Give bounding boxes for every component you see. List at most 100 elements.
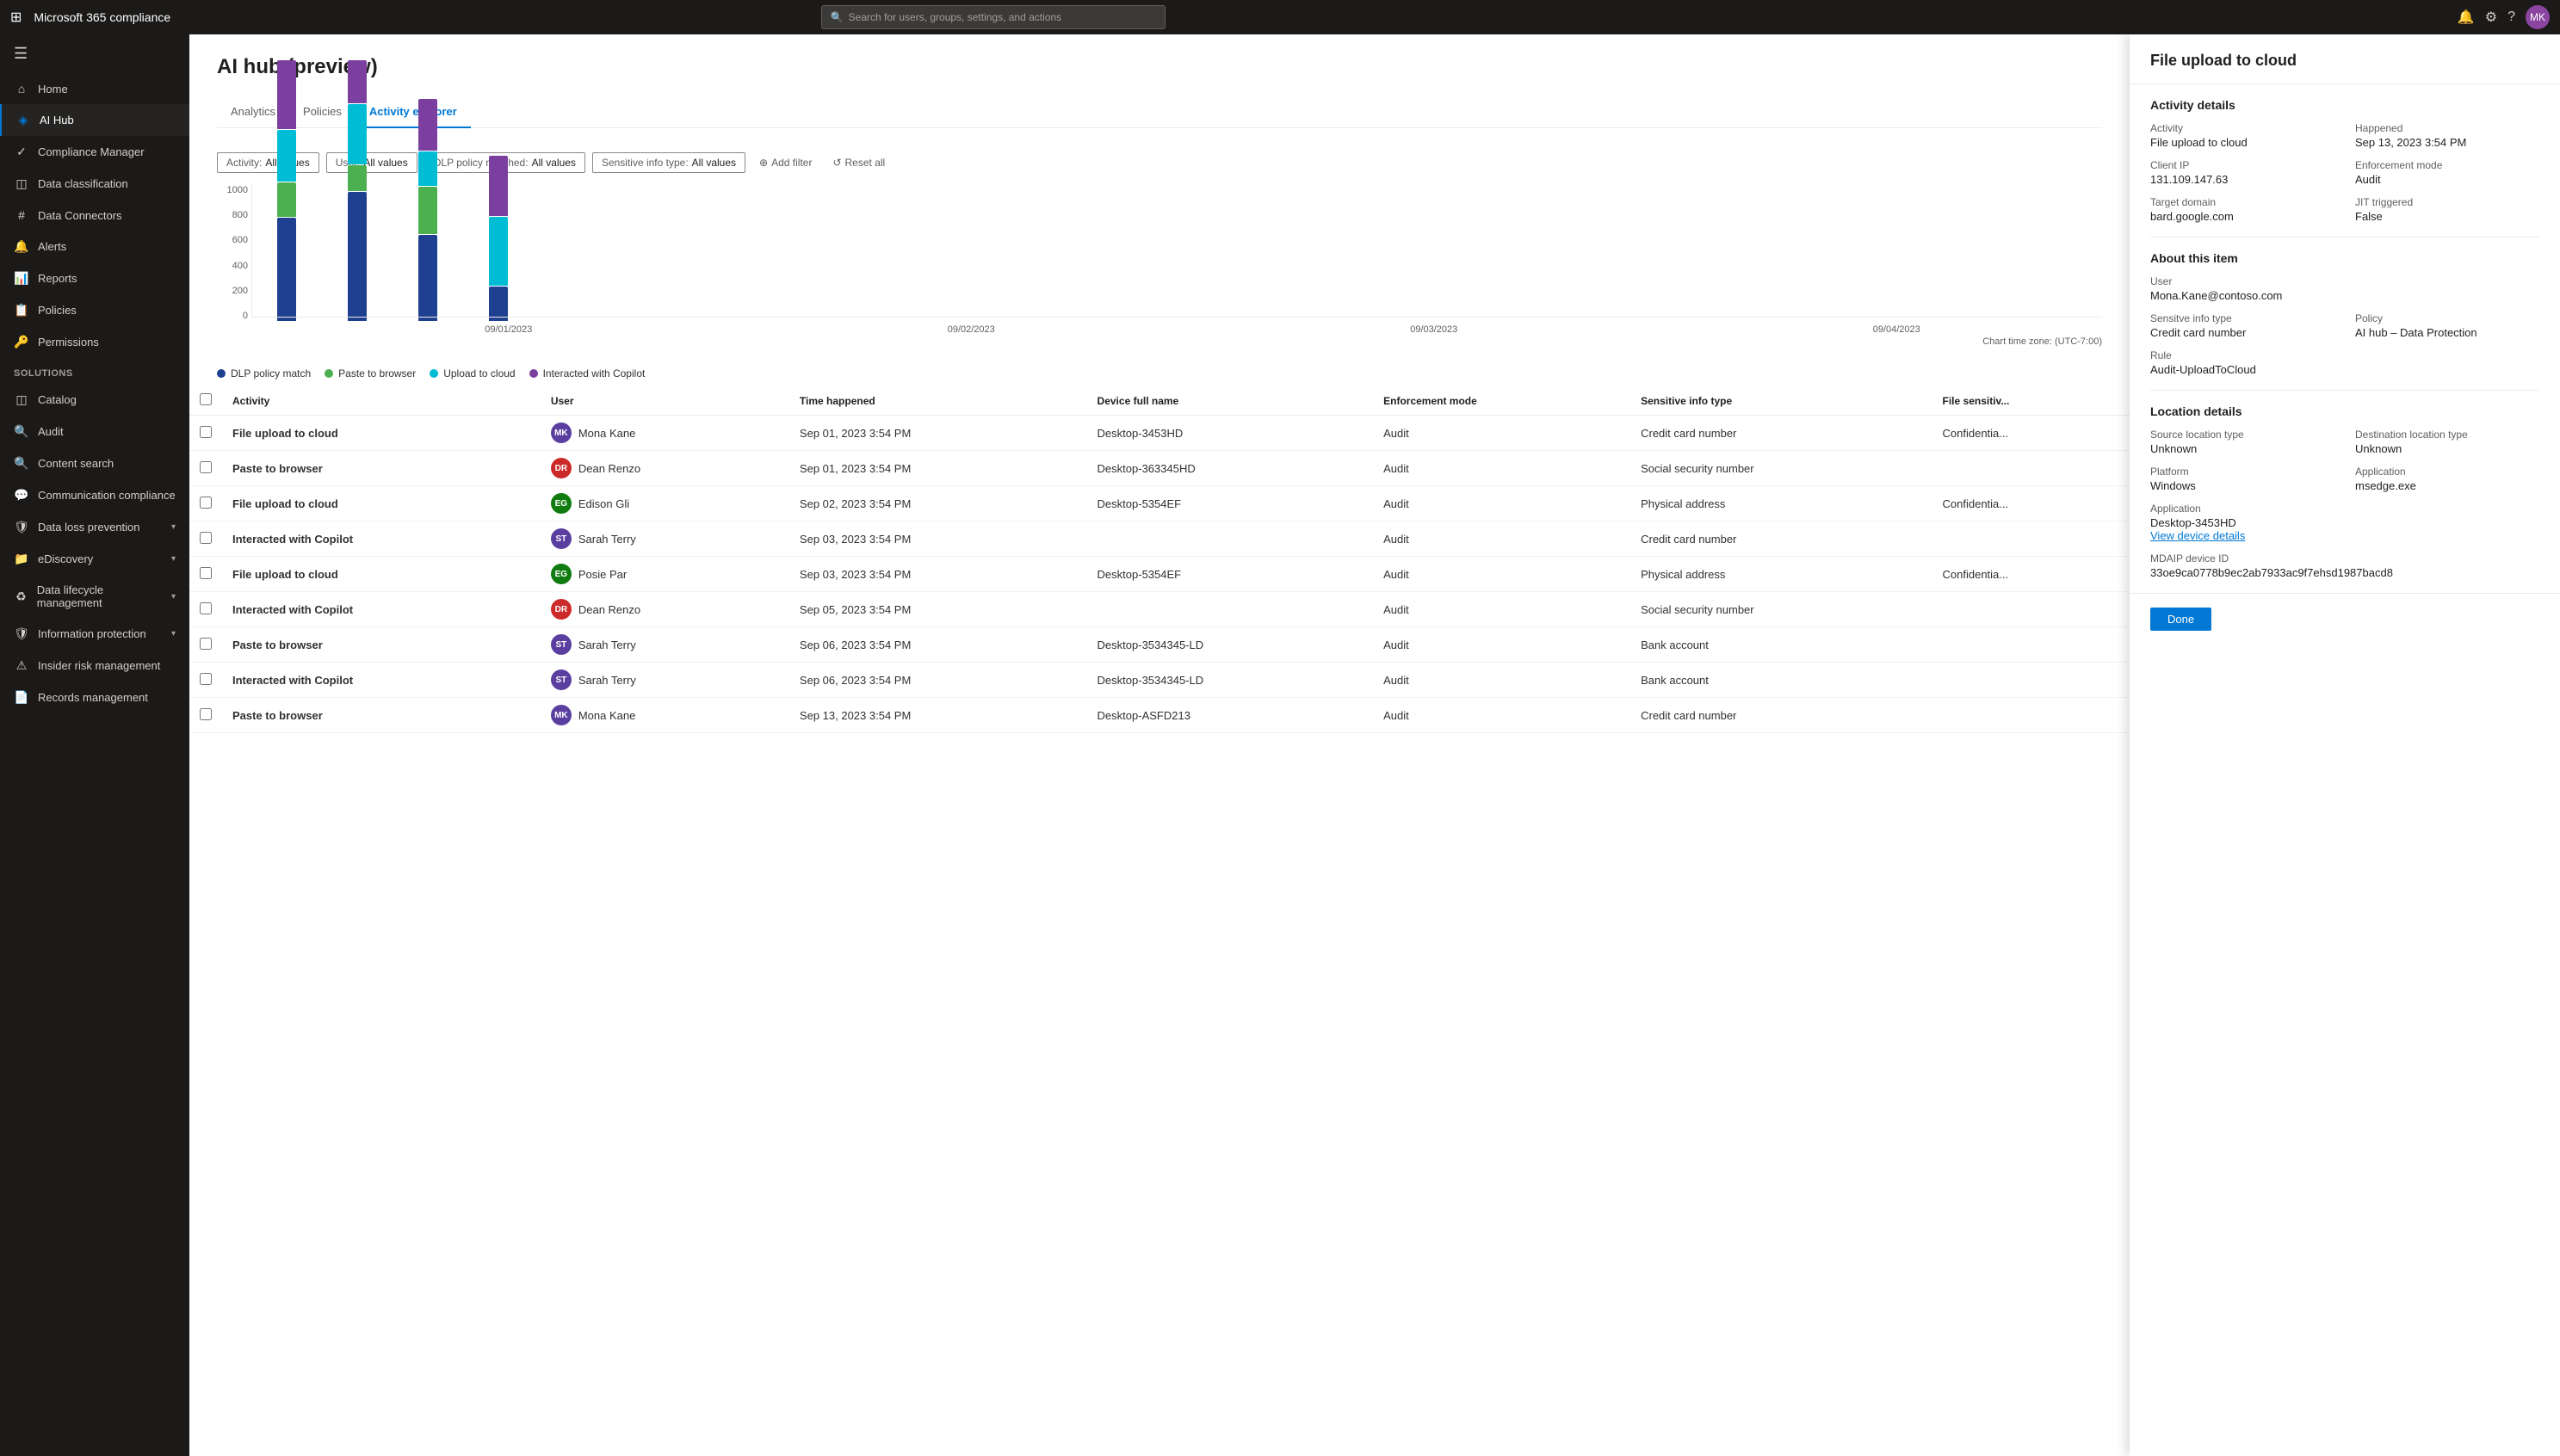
sensitive-type-value: Credit card number (2150, 326, 2334, 339)
sidebar-item-ediscovery[interactable]: 📁 eDiscovery ▾ (0, 543, 189, 575)
activity-label: Activity (2150, 122, 2334, 134)
settings-icon[interactable]: ⚙ (2485, 9, 2497, 26)
row-checkbox[interactable] (200, 497, 212, 509)
sidebar-label-contentsearch: Content search (38, 457, 114, 470)
notification-icon[interactable]: 🔔 (2458, 9, 2475, 26)
cell-user: DR Dean Renzo (541, 592, 789, 627)
sidebar-item-reports[interactable]: 📊 Reports (0, 262, 189, 294)
sidebar-item-aihub[interactable]: ◈ AI Hub (0, 104, 189, 136)
application-label: Application (2355, 466, 2539, 478)
select-all-checkbox[interactable] (200, 393, 212, 405)
legend-label-upload: Upload to cloud (443, 367, 515, 379)
tab-activity-explorer[interactable]: Activity explorer (356, 96, 471, 128)
avatar[interactable]: MK (2526, 5, 2550, 29)
legend-label-paste: Paste to browser (338, 367, 416, 379)
row-checkbox[interactable] (200, 708, 212, 720)
grid-icon[interactable]: ⊞ (10, 9, 22, 26)
user-name: Mona Kane (578, 427, 636, 440)
sidebar-item-audit[interactable]: 🔍 Audit (0, 416, 189, 447)
table-row[interactable]: Paste to browser DR Dean Renzo Sep 01, 2… (189, 451, 2130, 486)
table-row[interactable]: Interacted with Copilot ST Sarah Terry S… (189, 521, 2130, 557)
cell-time: Sep 03, 2023 3:54 PM (789, 557, 1087, 592)
search-bar[interactable]: 🔍 Search for users, groups, settings, an… (821, 5, 1166, 29)
help-icon[interactable]: ? (2507, 9, 2515, 25)
cell-activity: Paste to browser (222, 698, 541, 733)
sidebar-item-infoprotect[interactable]: 🛡 Information protection ▾ (0, 618, 189, 650)
cell-time: Sep 01, 2023 3:54 PM (789, 416, 1087, 451)
sidebar-item-compliance[interactable]: ✓ Compliance Manager (0, 136, 189, 168)
row-checkbox[interactable] (200, 426, 212, 438)
destination-value: Unknown (2355, 442, 2539, 455)
sidebar-item-insiderrisk[interactable]: ⚠ Insider risk management (0, 650, 189, 682)
cell-enforcement: Audit (1373, 663, 1630, 698)
sidebar-item-catalog[interactable]: ◫ Catalog (0, 384, 189, 416)
cell-user: DR Dean Renzo (541, 451, 789, 486)
done-button[interactable]: Done (2150, 608, 2211, 631)
table-row[interactable]: File upload to cloud EG Edison Gli Sep 0… (189, 486, 2130, 521)
user-filter[interactable]: User: All values (326, 152, 417, 173)
sidebar-item-records[interactable]: 📄 Records management (0, 682, 189, 713)
infoprotect-icon: 🛡 (14, 626, 29, 641)
col-device: Device full name (1087, 386, 1374, 416)
cell-sensitive: Physical address (1630, 486, 1932, 521)
row-checkbox[interactable] (200, 532, 212, 544)
lifecycle-icon: ♻ (14, 589, 28, 604)
panel-header: File upload to cloud (2130, 34, 2560, 84)
sidebar-toggle[interactable]: ☰ (0, 34, 189, 73)
cell-device: Desktop-5354EF (1087, 557, 1374, 592)
row-checkbox[interactable] (200, 602, 212, 614)
cell-activity: File upload to cloud (222, 486, 541, 521)
x-label-2: 09/02/2023 (948, 324, 995, 335)
cell-enforcement: Audit (1373, 698, 1630, 733)
y-label-0: 0 (217, 311, 248, 321)
policy-value: AI hub – Data Protection (2355, 326, 2539, 339)
detail-panel: File upload to cloud Activity details Ac… (2130, 34, 2560, 1456)
y-label-200: 200 (217, 286, 248, 296)
sidebar-item-dataconn[interactable]: # Data Connectors (0, 200, 189, 231)
reset-all-btn[interactable]: ↺ Reset all (826, 153, 892, 172)
table-row[interactable]: Interacted with Copilot DR Dean Renzo Se… (189, 592, 2130, 627)
table-row[interactable]: File upload to cloud EG Posie Par Sep 03… (189, 557, 2130, 592)
application-section-value: Desktop-3453HD (2150, 516, 2539, 529)
sensitive-filter-value: All values (692, 157, 736, 169)
sidebar-item-dlp[interactable]: 🛡 Data loss prevention ▾ (0, 511, 189, 543)
row-checkbox[interactable] (200, 673, 212, 685)
infoprotect-expand-icon: ▾ (171, 629, 176, 639)
mdaip-label: MDAIP device ID (2150, 552, 2539, 565)
row-checkbox-cell (189, 416, 222, 451)
sidebar-item-permissions[interactable]: 🔑 Permissions (0, 326, 189, 358)
view-device-link[interactable]: View device details (2150, 529, 2539, 542)
sidebar-item-contentsearch[interactable]: 🔍 Content search (0, 447, 189, 479)
y-label-800: 800 (217, 210, 248, 220)
sidebar-label-catalog: Catalog (38, 393, 77, 406)
table-row[interactable]: Paste to browser ST Sarah Terry Sep 06, … (189, 627, 2130, 663)
sidebar-item-policies[interactable]: 📋 Policies (0, 294, 189, 326)
sidebar-item-dataclass[interactable]: ◫ Data classification (0, 168, 189, 200)
activity-label-item: Activity File upload to cloud (2150, 122, 2334, 149)
panel-title: File upload to cloud (2150, 52, 2539, 70)
reports-icon: 📊 (14, 271, 29, 286)
table-row[interactable]: File upload to cloud MK Mona Kane Sep 01… (189, 416, 2130, 451)
sidebar-item-home[interactable]: ⌂ Home (0, 73, 189, 104)
row-checkbox[interactable] (200, 567, 212, 579)
sidebar-item-alerts[interactable]: 🔔 Alerts (0, 231, 189, 262)
sensitive-filter[interactable]: Sensitive info type: All values (592, 152, 745, 173)
activity-filter[interactable]: Activity: All values (217, 152, 319, 173)
cell-sensitive: Credit card number (1630, 416, 1932, 451)
page-header: AI hub (preview) Analytics Policies Acti… (189, 34, 2130, 128)
happened-value: Sep 13, 2023 3:54 PM (2355, 136, 2539, 149)
legend-copilot: Interacted with Copilot (529, 367, 646, 379)
add-filter-btn[interactable]: ⊕ Add filter (752, 153, 819, 172)
sidebar-item-commcompliance[interactable]: 💬 Communication compliance (0, 479, 189, 511)
sidebar-item-lifecycle[interactable]: ♻ Data lifecycle management ▾ (0, 575, 189, 618)
cell-filesens (1932, 663, 2130, 698)
row-checkbox[interactable] (200, 461, 212, 473)
tab-policies[interactable]: Policies (289, 96, 356, 128)
row-checkbox[interactable] (200, 638, 212, 650)
x-label-3: 09/03/2023 (1410, 324, 1457, 335)
policy-item: Policy AI hub – Data Protection (2355, 312, 2539, 339)
row-checkbox-cell (189, 663, 222, 698)
table-row[interactable]: Interacted with Copilot ST Sarah Terry S… (189, 663, 2130, 698)
catalog-icon: ◫ (14, 392, 29, 407)
table-row[interactable]: Paste to browser MK Mona Kane Sep 13, 20… (189, 698, 2130, 733)
